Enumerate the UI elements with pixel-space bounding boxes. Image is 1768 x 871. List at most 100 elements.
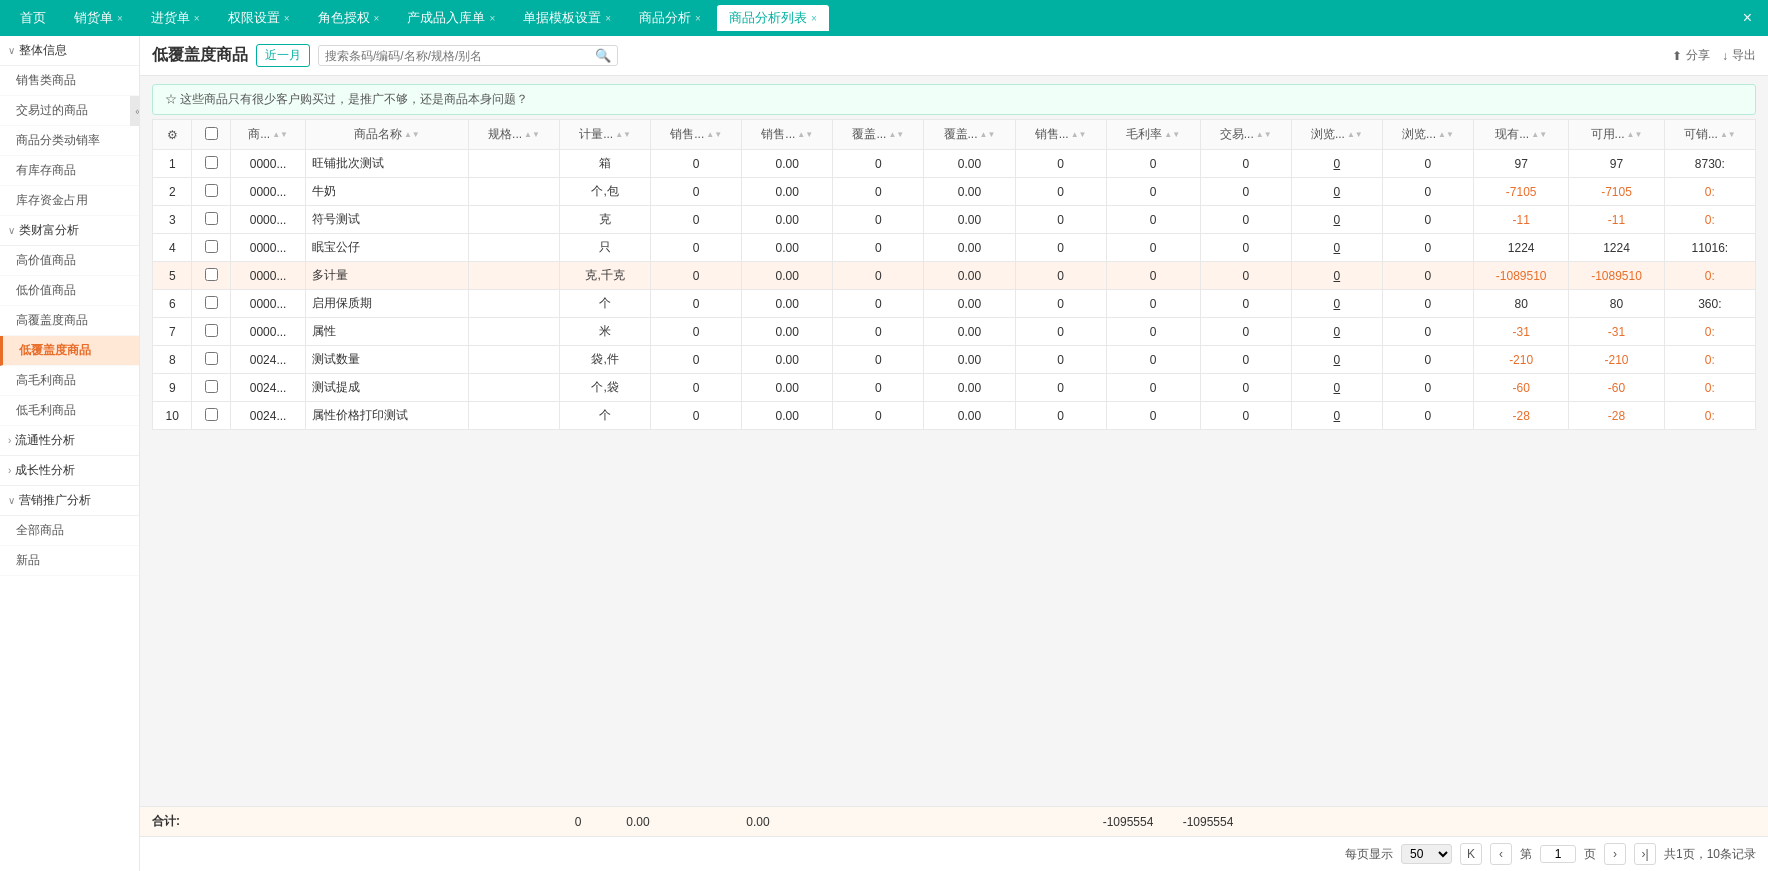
- browse1-column-header[interactable]: 浏览...▲▼: [1291, 120, 1382, 150]
- row-select-checkbox[interactable]: [205, 380, 218, 393]
- cover1-column-header[interactable]: 覆盖...▲▼: [833, 120, 924, 150]
- sidebar-item-low-coverage[interactable]: 低覆盖度商品: [0, 336, 139, 366]
- nav-tab-finished-goods[interactable]: 产成品入库单 ×: [395, 5, 507, 31]
- nav-tab-home[interactable]: 首页: [8, 5, 58, 31]
- row-name[interactable]: 测试提成: [305, 374, 468, 402]
- sidebar-item-traded-goods[interactable]: 交易过的商品: [0, 96, 139, 126]
- row-select-checkbox[interactable]: [205, 212, 218, 225]
- row-checkbox[interactable]: [192, 234, 231, 262]
- row-checkbox[interactable]: [192, 374, 231, 402]
- close-icon[interactable]: ×: [374, 13, 380, 24]
- row-select-checkbox[interactable]: [205, 184, 218, 197]
- row-checkbox[interactable]: [192, 402, 231, 430]
- checkbox-column-header[interactable]: [192, 120, 231, 150]
- sidebar-section-wealth[interactable]: ∨ 类财富分析: [0, 216, 139, 246]
- row-name[interactable]: 眠宝公仔: [305, 234, 468, 262]
- close-icon[interactable]: ×: [811, 13, 817, 24]
- close-icon[interactable]: ×: [117, 13, 123, 24]
- sales3-column-header[interactable]: 销售...▲▼: [1015, 120, 1106, 150]
- row-browse1[interactable]: 0: [1291, 290, 1382, 318]
- row-select-checkbox[interactable]: [205, 156, 218, 169]
- search-icon[interactable]: 🔍: [595, 48, 611, 63]
- gross-margin-column-header[interactable]: 毛利率▲▼: [1106, 120, 1200, 150]
- close-icon[interactable]: ×: [605, 13, 611, 24]
- share-button[interactable]: ⬆ 分享: [1672, 47, 1710, 64]
- sidebar-item-low-value[interactable]: 低价值商品: [0, 276, 139, 306]
- nav-tab-purchase[interactable]: 进货单 ×: [139, 5, 212, 31]
- row-name[interactable]: 符号测试: [305, 206, 468, 234]
- row-checkbox[interactable]: [192, 318, 231, 346]
- sidebar-item-in-stock-goods[interactable]: 有库存商品: [0, 156, 139, 186]
- window-close-button[interactable]: ×: [1735, 9, 1760, 27]
- row-browse1[interactable]: 0: [1291, 374, 1382, 402]
- browse2-column-header[interactable]: 浏览...▲▼: [1382, 120, 1473, 150]
- sidebar-item-high-margin[interactable]: 高毛利商品: [0, 366, 139, 396]
- row-select-checkbox[interactable]: [205, 268, 218, 281]
- sidebar-section-overall[interactable]: ∨ 整体信息: [0, 36, 139, 66]
- close-icon[interactable]: ×: [489, 13, 495, 24]
- current-stock-column-header[interactable]: 现有...▲▼: [1473, 120, 1568, 150]
- nav-tab-template[interactable]: 单据模板设置 ×: [511, 5, 623, 31]
- nav-tab-sales[interactable]: 销货单 ×: [62, 5, 135, 31]
- close-icon[interactable]: ×: [194, 13, 200, 24]
- row-select-checkbox[interactable]: [205, 324, 218, 337]
- row-checkbox[interactable]: [192, 262, 231, 290]
- spec-column-header[interactable]: 规格...▲▼: [468, 120, 559, 150]
- sidebar-item-inventory-capital[interactable]: 库存资金占用: [0, 186, 139, 216]
- sidebar-section-growth[interactable]: › 成长性分析: [0, 456, 139, 486]
- row-name[interactable]: 旺铺批次测试: [305, 150, 468, 178]
- row-checkbox[interactable]: [192, 290, 231, 318]
- nav-tab-product-analysis-list[interactable]: 商品分析列表 ×: [717, 5, 829, 31]
- nav-tab-permissions[interactable]: 权限设置 ×: [216, 5, 302, 31]
- row-select-checkbox[interactable]: [205, 352, 218, 365]
- search-input[interactable]: [325, 49, 595, 63]
- first-page-button[interactable]: K: [1460, 843, 1482, 865]
- page-number-input[interactable]: [1540, 845, 1576, 863]
- row-browse1[interactable]: 0: [1291, 178, 1382, 206]
- row-checkbox[interactable]: [192, 206, 231, 234]
- nav-tab-product-analysis[interactable]: 商品分析 ×: [627, 5, 713, 31]
- sidebar-item-sales-goods[interactable]: 销售类商品: [0, 66, 139, 96]
- row-browse1[interactable]: 0: [1291, 346, 1382, 374]
- sidebar-item-category-rate[interactable]: 商品分类动销率: [0, 126, 139, 156]
- row-browse1[interactable]: 0: [1291, 262, 1382, 290]
- sales-amt-column-header[interactable]: 销售...▲▼: [742, 120, 833, 150]
- row-name[interactable]: 属性: [305, 318, 468, 346]
- row-checkbox[interactable]: [192, 150, 231, 178]
- sidebar-item-new-goods[interactable]: 新品: [0, 546, 139, 576]
- name-column-header[interactable]: 商品名称▲▼: [305, 120, 468, 150]
- row-browse1[interactable]: 0: [1291, 234, 1382, 262]
- close-icon[interactable]: ×: [284, 13, 290, 24]
- trade-column-header[interactable]: 交易...▲▼: [1200, 120, 1291, 150]
- row-checkbox[interactable]: [192, 346, 231, 374]
- row-select-checkbox[interactable]: [205, 240, 218, 253]
- code-column-header[interactable]: 商...▲▼: [231, 120, 305, 150]
- sidebar-item-high-value[interactable]: 高价值商品: [0, 246, 139, 276]
- sidebar-item-low-margin[interactable]: 低毛利商品: [0, 396, 139, 426]
- row-name[interactable]: 牛奶: [305, 178, 468, 206]
- row-browse1[interactable]: 0: [1291, 150, 1382, 178]
- close-icon[interactable]: ×: [695, 13, 701, 24]
- sellable-column-header[interactable]: 可销...▲▼: [1664, 120, 1755, 150]
- row-checkbox[interactable]: [192, 178, 231, 206]
- export-button[interactable]: ↓ 导出: [1722, 47, 1756, 64]
- row-select-checkbox[interactable]: [205, 296, 218, 309]
- last-page-button[interactable]: ›|: [1634, 843, 1656, 865]
- page-size-select[interactable]: 50 20 100: [1401, 844, 1452, 864]
- row-name[interactable]: 属性价格打印测试: [305, 402, 468, 430]
- select-all-checkbox[interactable]: [205, 127, 218, 140]
- sidebar-collapse-button[interactable]: «: [130, 96, 140, 126]
- prev-page-button[interactable]: ‹: [1490, 843, 1512, 865]
- period-button[interactable]: 近一月: [256, 44, 310, 67]
- row-name[interactable]: 测试数量: [305, 346, 468, 374]
- row-browse1[interactable]: 0: [1291, 402, 1382, 430]
- cover2-column-header[interactable]: 覆盖...▲▼: [924, 120, 1015, 150]
- sidebar-section-marketing[interactable]: ∨ 营销推广分析: [0, 486, 139, 516]
- next-page-button[interactable]: ›: [1604, 843, 1626, 865]
- sidebar-item-high-coverage[interactable]: 高覆盖度商品: [0, 306, 139, 336]
- row-name[interactable]: 启用保质期: [305, 290, 468, 318]
- row-browse1[interactable]: 0: [1291, 206, 1382, 234]
- settings-column-header[interactable]: ⚙: [153, 120, 192, 150]
- sidebar-section-liquidity[interactable]: › 流通性分析: [0, 426, 139, 456]
- row-browse1[interactable]: 0: [1291, 318, 1382, 346]
